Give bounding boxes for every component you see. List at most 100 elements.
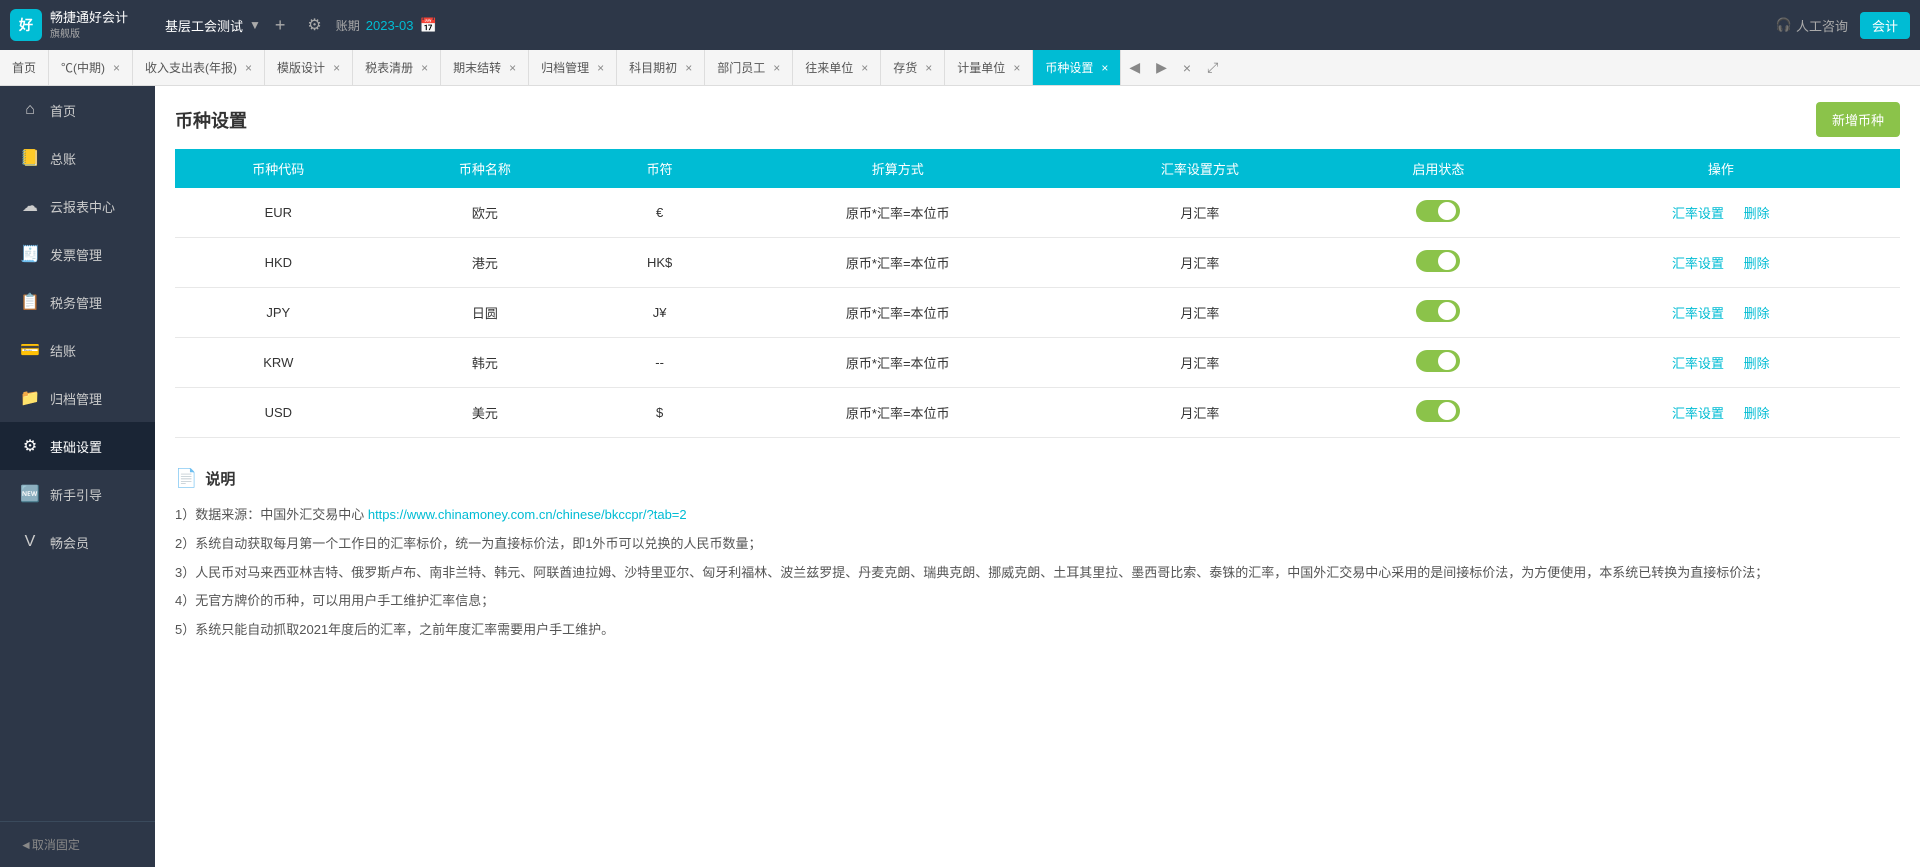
cell-status[interactable]: [1335, 388, 1542, 438]
sidebar-item-ledger[interactable]: 📒 总账: [0, 134, 155, 182]
toggle-enabled[interactable]: [1416, 250, 1460, 272]
cell-code: EUR: [175, 188, 382, 238]
tab-template[interactable]: 模版设计 ×: [265, 50, 353, 85]
help-button[interactable]: 🎧 人工咨询: [1776, 16, 1848, 35]
tab-counterparty-close[interactable]: ×: [861, 61, 868, 75]
tab-dept[interactable]: 部门员工 ×: [705, 50, 793, 85]
tab-subjects[interactable]: 科目期初 ×: [617, 50, 705, 85]
sidebar-label-tax: 税务管理: [50, 293, 102, 312]
delete-link[interactable]: 删除: [1744, 356, 1770, 371]
rate-setting-link[interactable]: 汇率设置: [1672, 306, 1724, 321]
rate-setting-link[interactable]: 汇率设置: [1672, 256, 1724, 271]
tab-close-window-button[interactable]: ×: [1175, 60, 1199, 76]
sidebar-item-basic-settings[interactable]: ⚙ 基础设置: [0, 422, 155, 470]
toggle-enabled[interactable]: [1416, 200, 1460, 222]
new-currency-button[interactable]: 新增币种: [1816, 102, 1900, 137]
table-row: EUR 欧元 € 原币*汇率=本位币 月汇率 汇率设置 删除: [175, 188, 1900, 238]
delete-link[interactable]: 删除: [1744, 406, 1770, 421]
cell-name: 日圆: [382, 288, 589, 338]
notes-link[interactable]: https://www.chinamoney.com.cn/chinese/bk…: [368, 507, 687, 522]
sidebar-pin-button[interactable]: ◄取消固定: [0, 821, 155, 867]
sidebar-label-archive: 归档管理: [50, 389, 102, 408]
cell-name: 韩元: [382, 338, 589, 388]
tab-currency[interactable]: 币种设置 ×: [1033, 50, 1121, 85]
notes-item: 1）数据来源：中国外汇交易中心 https://www.chinamoney.c…: [175, 505, 1900, 526]
tab-tax-label: 税表清册: [365, 59, 413, 76]
tab-period[interactable]: ℃(中期) ×: [49, 50, 133, 85]
col-calc: 折算方式: [731, 149, 1065, 188]
toggle-enabled[interactable]: [1416, 400, 1460, 422]
logo-area: 好 畅捷通好会计 旗舰版: [10, 9, 165, 41]
calendar-icon[interactable]: 📅: [420, 17, 437, 34]
sidebar-item-invoice[interactable]: 🧾 发票管理: [0, 230, 155, 278]
toggle-enabled[interactable]: [1416, 350, 1460, 372]
workspace-selector[interactable]: 基层工会测试 ▼ + ⚙ 账期 2023-03 📅: [165, 15, 1776, 36]
cell-rate-type: 月汇率: [1065, 238, 1336, 288]
delete-link[interactable]: 删除: [1744, 256, 1770, 271]
sidebar-item-home[interactable]: ⌂ 首页: [0, 86, 155, 134]
tab-tax[interactable]: 税表清册 ×: [353, 50, 441, 85]
top-bar: 好 畅捷通好会计 旗舰版 基层工会测试 ▼ + ⚙ 账期 2023-03 📅 🎧…: [0, 0, 1920, 50]
tab-currency-label: 币种设置: [1045, 59, 1093, 76]
tab-inventory-close[interactable]: ×: [925, 61, 932, 75]
cell-actions: 汇率设置 删除: [1542, 338, 1900, 388]
add-workspace-button[interactable]: +: [275, 15, 286, 36]
notes-title-text: 说明: [205, 468, 235, 489]
cell-status[interactable]: [1335, 188, 1542, 238]
cell-rate-type: 月汇率: [1065, 188, 1336, 238]
tab-archive-close[interactable]: ×: [597, 61, 604, 75]
sidebar-item-archive[interactable]: 📁 归档管理: [0, 374, 155, 422]
cell-status[interactable]: [1335, 288, 1542, 338]
tab-archive[interactable]: 归档管理 ×: [529, 50, 617, 85]
sidebar-label-reports: 云报表中心: [50, 197, 115, 216]
tab-template-label: 模版设计: [277, 59, 325, 76]
delete-link[interactable]: 删除: [1744, 306, 1770, 321]
tab-inventory[interactable]: 存货 ×: [881, 50, 945, 85]
user-role-button[interactable]: 会计: [1860, 12, 1910, 39]
notes-item: 3）人民币对马来西亚林吉特、俄罗斯卢布、南非兰特、韩元、阿联酋迪拉姆、沙特里亚尔…: [175, 563, 1900, 584]
cell-actions: 汇率设置 删除: [1542, 238, 1900, 288]
tab-currency-close[interactable]: ×: [1101, 61, 1108, 75]
tab-counterparty[interactable]: 往来单位 ×: [793, 50, 881, 85]
cell-status[interactable]: [1335, 338, 1542, 388]
cell-status[interactable]: [1335, 238, 1542, 288]
tab-prev-button[interactable]: ◀: [1121, 59, 1148, 76]
tab-inventory-label: 存货: [893, 59, 917, 76]
sidebar-item-tax[interactable]: 📋 税务管理: [0, 278, 155, 326]
sidebar-item-member[interactable]: V 畅会员: [0, 518, 155, 566]
sidebar-label-basic-settings: 基础设置: [50, 437, 102, 456]
cell-symbol: HK$: [588, 238, 731, 288]
tab-income[interactable]: 收入支出表(年报) ×: [133, 50, 265, 85]
tab-subjects-close[interactable]: ×: [685, 61, 692, 75]
tab-expand-button[interactable]: ⤢: [1199, 59, 1226, 76]
sidebar-item-reports[interactable]: ☁ 云报表中心: [0, 182, 155, 230]
tab-tax-close[interactable]: ×: [421, 61, 428, 75]
settings-icon[interactable]: ⚙: [307, 15, 321, 35]
sidebar-item-checkout[interactable]: 💳 结账: [0, 326, 155, 374]
rate-setting-link[interactable]: 汇率设置: [1672, 206, 1724, 221]
cloud-icon: ☁: [20, 196, 40, 216]
period-value: 2023-03: [366, 18, 414, 33]
tab-income-label: 收入支出表(年报): [145, 59, 237, 76]
cell-code: HKD: [175, 238, 382, 288]
tab-unit-close[interactable]: ×: [1013, 61, 1020, 75]
tab-template-close[interactable]: ×: [333, 61, 340, 75]
tab-next-button[interactable]: ▶: [1148, 59, 1175, 76]
tab-period-end[interactable]: 期末结转 ×: [441, 50, 529, 85]
toggle-enabled[interactable]: [1416, 300, 1460, 322]
tab-dept-close[interactable]: ×: [773, 61, 780, 75]
cell-name: 港元: [382, 238, 589, 288]
tab-home[interactable]: 首页: [0, 50, 49, 85]
cell-calc: 原币*汇率=本位币: [731, 288, 1065, 338]
tab-period-close[interactable]: ×: [113, 61, 120, 75]
tab-period-end-close[interactable]: ×: [509, 61, 516, 75]
tab-unit[interactable]: 计量单位 ×: [945, 50, 1033, 85]
sidebar-item-guide[interactable]: 🆕 新手引导: [0, 470, 155, 518]
delete-link[interactable]: 删除: [1744, 206, 1770, 221]
rate-setting-link[interactable]: 汇率设置: [1672, 356, 1724, 371]
rate-setting-link[interactable]: 汇率设置: [1672, 406, 1724, 421]
tab-income-close[interactable]: ×: [245, 61, 252, 75]
tab-dept-label: 部门员工: [717, 59, 765, 76]
gear-icon: ⚙: [20, 436, 40, 456]
sidebar-label-checkout: 结账: [50, 341, 76, 360]
